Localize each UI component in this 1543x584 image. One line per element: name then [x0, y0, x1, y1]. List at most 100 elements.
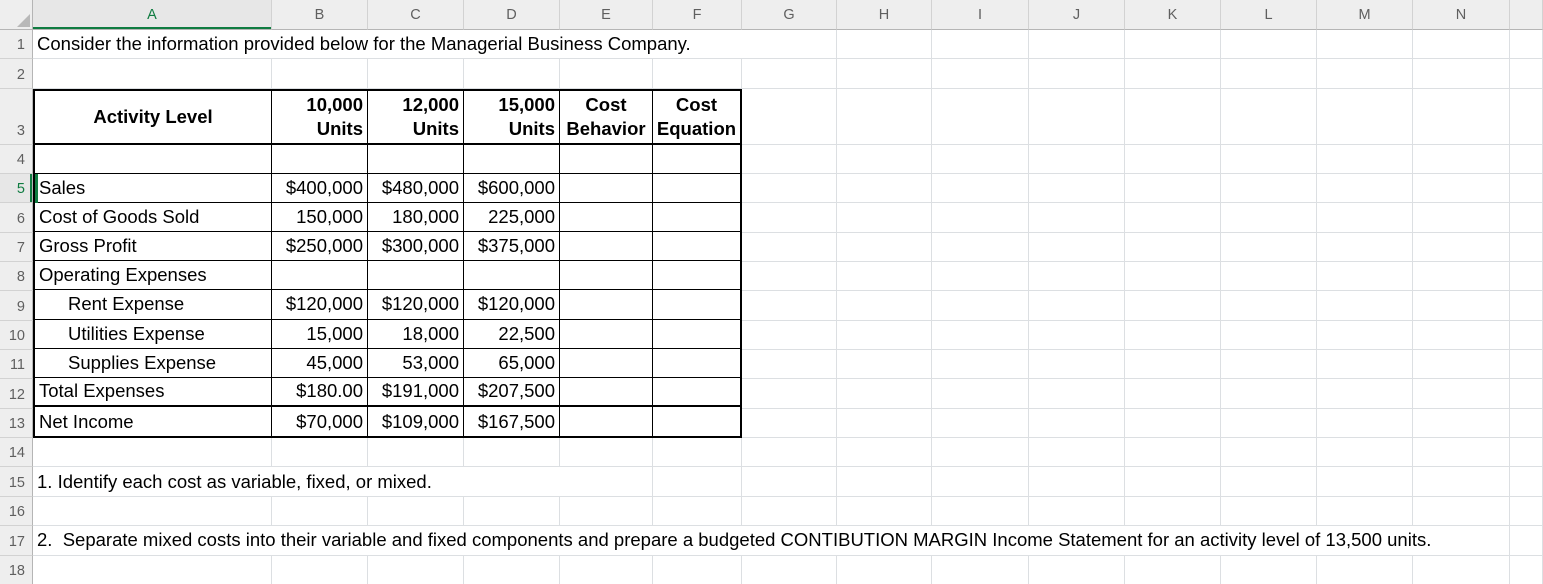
row-header-12[interactable]: 12: [0, 379, 33, 409]
row-header-17[interactable]: 17: [0, 526, 33, 556]
table-cell-rent-expense-cost-behavior[interactable]: [560, 290, 653, 320]
table-cell-gross-profit-label[interactable]: Gross Profit: [35, 232, 272, 262]
cell-J4[interactable]: [1029, 144, 1125, 175]
table-cell-gross-profit-cost-behavior[interactable]: [560, 232, 653, 262]
column-header-E[interactable]: E: [560, 0, 653, 30]
cell-N10[interactable]: [1413, 320, 1510, 351]
cell-O18[interactable]: [1510, 555, 1543, 584]
table-cell-net-income-label[interactable]: Net Income: [35, 406, 272, 437]
cell-G15[interactable]: [742, 467, 837, 497]
cell-J7[interactable]: [1029, 232, 1125, 263]
cell-H4[interactable]: [837, 144, 932, 175]
table-cell-operating-expenses-units-15000[interactable]: [464, 261, 560, 291]
cell-O1[interactable]: [1510, 30, 1543, 60]
table-cell-sales-cost-equation[interactable]: [653, 174, 740, 203]
cell-K15[interactable]: [1125, 467, 1221, 497]
cell-L4[interactable]: [1221, 144, 1317, 175]
cell-I8[interactable]: [932, 262, 1029, 292]
row-header-6[interactable]: 6: [0, 203, 33, 233]
cell-K5[interactable]: [1125, 174, 1221, 204]
table-cell-gross-profit-units-15000[interactable]: $375,000: [464, 232, 560, 262]
column-header-C[interactable]: C: [368, 0, 464, 30]
table-cell-rent-expense-label[interactable]: Rent Expense: [35, 290, 272, 320]
cell-J3[interactable]: [1029, 88, 1125, 145]
cell-L15[interactable]: [1221, 467, 1317, 497]
table-cell-sales-units-12000[interactable]: $480,000: [368, 173, 464, 203]
cell-G18[interactable]: [742, 555, 837, 584]
table-cell-total-expenses-units-12000[interactable]: $191,000: [368, 377, 464, 407]
cell-G5[interactable]: [742, 174, 837, 204]
cell-B18[interactable]: [272, 555, 368, 584]
table-cell-cost-of-goods-sold-units-12000[interactable]: 180,000: [368, 202, 464, 233]
cell-K11[interactable]: [1125, 350, 1221, 380]
table-cell-supplies-expense-units-12000[interactable]: 53,000: [368, 348, 464, 378]
cell-F2[interactable]: [653, 59, 742, 89]
table-cell-sales-label[interactable]: Sales: [35, 173, 272, 203]
cell-E2[interactable]: [560, 59, 653, 89]
cell-H7[interactable]: [837, 232, 932, 263]
cell-K16[interactable]: [1125, 496, 1221, 527]
cell-J15[interactable]: [1029, 467, 1125, 497]
column-header-D[interactable]: D: [464, 0, 560, 30]
table-cell-header-units-10000[interactable]: 10,000 Units: [272, 90, 368, 145]
table-cell-cost-of-goods-sold-units-10000[interactable]: 150,000: [272, 202, 368, 233]
column-header-J[interactable]: J: [1029, 0, 1125, 30]
cell-J8[interactable]: [1029, 262, 1125, 292]
table-cell-total-expenses-units-10000[interactable]: $180.00: [272, 377, 368, 407]
cell-I12[interactable]: [932, 379, 1029, 409]
column-header-L[interactable]: L: [1221, 0, 1317, 30]
cell-M7[interactable]: [1317, 232, 1413, 263]
table-cell-empty-cost-behavior[interactable]: [560, 144, 653, 174]
cell-M6[interactable]: [1317, 203, 1413, 233]
row-header-5[interactable]: 5: [0, 174, 33, 204]
cell-M16[interactable]: [1317, 496, 1413, 527]
table-cell-operating-expenses-label[interactable]: Operating Expenses: [35, 261, 272, 291]
cell-G13[interactable]: [742, 408, 837, 439]
cell-J9[interactable]: [1029, 291, 1125, 321]
cell-G6[interactable]: [742, 203, 837, 233]
cell-J11[interactable]: [1029, 350, 1125, 380]
table-cell-utilities-expense-cost-equation[interactable]: [653, 320, 740, 349]
cell-G10[interactable]: [742, 320, 837, 351]
row-header-3[interactable]: 3: [0, 88, 33, 145]
cell-E16[interactable]: [560, 496, 653, 527]
cell-N3[interactable]: [1413, 88, 1510, 145]
cell-G14[interactable]: [742, 438, 837, 468]
cell-N14[interactable]: [1413, 438, 1510, 468]
cell-H2[interactable]: [837, 59, 932, 89]
cell-L9[interactable]: [1221, 291, 1317, 321]
cell-M8[interactable]: [1317, 262, 1413, 292]
cell-M10[interactable]: [1317, 320, 1413, 351]
row-header-14[interactable]: 14: [0, 438, 33, 468]
row-header-9[interactable]: 9: [0, 291, 33, 321]
cell-I11[interactable]: [932, 350, 1029, 380]
table-cell-cost-of-goods-sold-cost-equation[interactable]: [653, 203, 740, 233]
table-cell-cost-of-goods-sold-units-15000[interactable]: 225,000: [464, 202, 560, 233]
row-header-15[interactable]: 15: [0, 467, 33, 497]
cell-I9[interactable]: [932, 291, 1029, 321]
table-cell-utilities-expense-units-15000[interactable]: 22,500: [464, 319, 560, 349]
table-cell-utilities-expense-units-10000[interactable]: 15,000: [272, 319, 368, 349]
table-cell-rent-expense-units-10000[interactable]: $120,000: [272, 290, 368, 320]
select-all-button[interactable]: [0, 0, 33, 30]
cell-L18[interactable]: [1221, 555, 1317, 584]
row-header-4[interactable]: 4: [0, 144, 33, 175]
row-header-11[interactable]: 11: [0, 350, 33, 380]
cell-O17[interactable]: [1510, 526, 1543, 556]
cell-A16[interactable]: [33, 496, 272, 527]
cell-L10[interactable]: [1221, 320, 1317, 351]
cell-M9[interactable]: [1317, 291, 1413, 321]
table-cell-header-units-15000[interactable]: 15,000 Units: [464, 90, 560, 145]
cell-G2[interactable]: [742, 59, 837, 89]
row-header-18[interactable]: 18: [0, 555, 33, 584]
cell-K3[interactable]: [1125, 88, 1221, 145]
cell-I16[interactable]: [932, 496, 1029, 527]
cell-D14[interactable]: [464, 438, 560, 468]
cell-F18[interactable]: [653, 555, 742, 584]
cell-O14[interactable]: [1510, 438, 1543, 468]
table-cell-utilities-expense-cost-behavior[interactable]: [560, 319, 653, 349]
cell-D18[interactable]: [464, 555, 560, 584]
cell-J16[interactable]: [1029, 496, 1125, 527]
cell-A1[interactable]: Consider the information provided below …: [33, 30, 742, 60]
cell-I18[interactable]: [932, 555, 1029, 584]
